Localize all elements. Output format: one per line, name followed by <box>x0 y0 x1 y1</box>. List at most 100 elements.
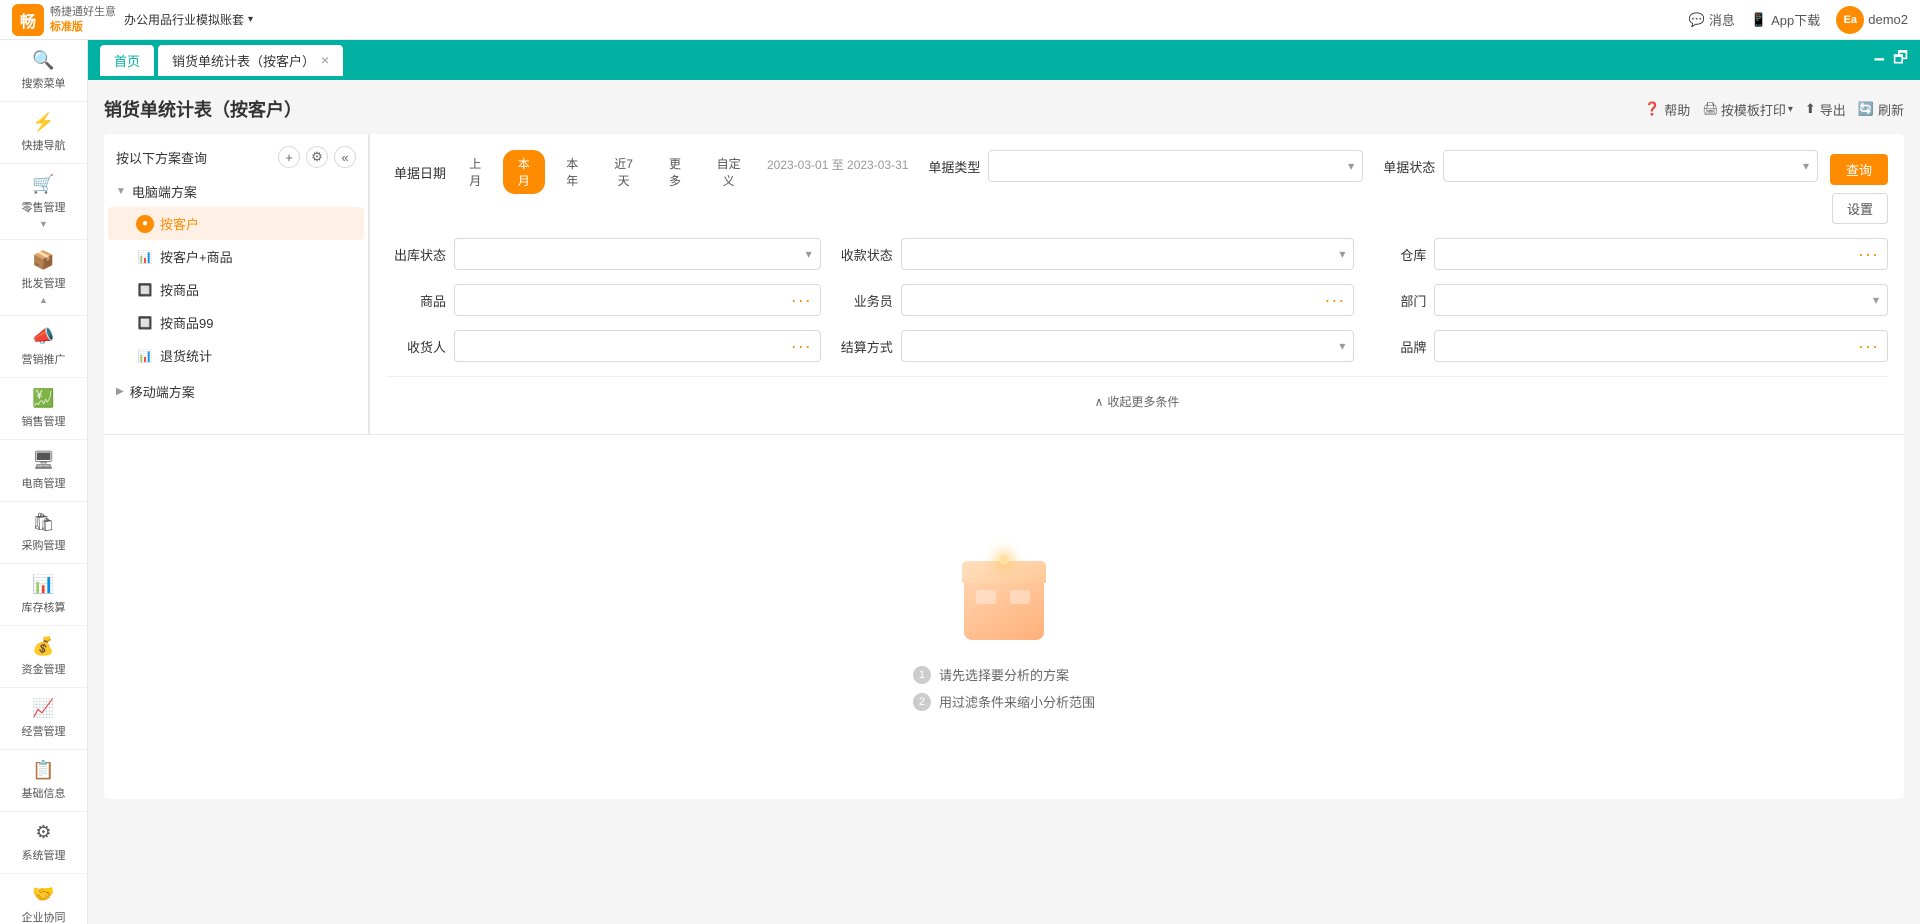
minimize-icon[interactable]: 🗕 <box>1874 47 1885 74</box>
scheme-item-customer-product[interactable]: 📊 按客户+商品 <box>108 240 364 273</box>
scheme-group-mobile-header[interactable]: ▶ 移动端方案 <box>108 376 364 407</box>
action-buttons: 查询 设置 <box>1830 150 1888 224</box>
add-scheme-btn[interactable]: + <box>278 146 300 168</box>
date-range: 2023-03-01 至 2023-03-31 <box>767 150 908 173</box>
expand-icon: ▼ <box>39 219 48 229</box>
tab-home[interactable]: 首页 <box>100 45 154 76</box>
top-bar: 畅 畅捷通好生意 标准版 办公用品行业模拟账套 ▾ 💬 消息 📱 App下载 <box>0 0 1920 40</box>
right-panel: 单据日期 上月 本月 本年 近7天 更多 自定义 <box>370 134 1904 434</box>
maximize-icon[interactable]: 🗗 <box>1893 47 1908 74</box>
date-custom[interactable]: 自定义 <box>702 150 755 194</box>
tree-arrow-right: ▶ <box>116 386 124 397</box>
receipt-select[interactable]: ▾ <box>901 238 1355 270</box>
refresh-btn[interactable]: 🔄 刷新 <box>1858 100 1904 119</box>
sidebar-item-operations[interactable]: 📈 经营管理 <box>0 688 87 750</box>
settlement-label: 结算方式 <box>833 337 893 356</box>
collapse-panel-btn[interactable]: « <box>334 146 356 168</box>
sidebar-item-quick-nav[interactable]: ⚡ 快捷导航 <box>0 102 87 164</box>
template-print-btn[interactable]: 🖨 按模板打印 ▾ <box>1702 100 1793 119</box>
scheme-tree: ▼ 电脑端方案 ● 按客户 📊 按客户+商品 <box>104 176 368 407</box>
message-btn[interactable]: 💬 消息 <box>1689 10 1735 29</box>
scheme-item-product[interactable]: 🔲 按商品 <box>108 273 364 306</box>
export-icon: ⬆ <box>1805 101 1816 117</box>
sidebar-item-basic-info[interactable]: 📋 基础信息 <box>0 750 87 812</box>
sidebar-item-finance[interactable]: 💰 资金管理 <box>0 626 87 688</box>
logo-text: 畅捷通好生意 标准版 <box>50 5 116 34</box>
settlement-select[interactable]: ▾ <box>901 330 1355 362</box>
sidebar-item-enterprise[interactable]: 🤝 企业协同 <box>0 874 87 924</box>
date-last-month[interactable]: 上月 <box>454 150 497 194</box>
query-btn[interactable]: 查询 <box>1830 154 1888 185</box>
sidebar-item-wholesale[interactable]: 📦 批发管理 ▲ <box>0 240 87 316</box>
product-dots: ··· <box>791 290 812 311</box>
doc-type-select[interactable]: ▾ <box>988 150 1363 182</box>
purchase-icon: 🛍 <box>32 512 55 533</box>
settings-btn[interactable]: 设置 <box>1832 193 1888 224</box>
empty-step-2: 2 用过滤条件来缩小分析范围 <box>913 692 1095 711</box>
help-btn[interactable]: ❓ 帮助 <box>1644 100 1690 119</box>
logo-icon: 畅 <box>12 4 44 36</box>
sales-icon: 💹 <box>32 388 54 409</box>
print-dropdown-arrow: ▾ <box>1788 104 1793 115</box>
sidebar-item-retail[interactable]: 🛒 零售管理 ▼ <box>0 164 87 240</box>
date-this-month[interactable]: 本月 <box>503 150 546 194</box>
salesman-select[interactable]: ··· <box>901 284 1355 316</box>
sidebar-item-purchase[interactable]: 🛍 采购管理 <box>0 502 87 564</box>
brand-dots: ··· <box>1858 336 1879 357</box>
department-select[interactable]: ▾ <box>1434 284 1888 316</box>
brand-filter: 品牌 ··· <box>1366 330 1888 362</box>
bar-icon: 📊 <box>136 347 154 365</box>
sidebar-item-inventory[interactable]: 📊 库存核算 <box>0 564 87 626</box>
scheme-item-product99[interactable]: 🔲 按商品99 <box>108 306 364 339</box>
chevron-down-icon: ▾ <box>248 14 253 25</box>
brand-select[interactable]: ··· <box>1434 330 1888 362</box>
tab-active[interactable]: 销货单统计表（按客户） × <box>158 45 343 76</box>
outbound-select[interactable]: ▾ <box>454 238 821 270</box>
doc-status-select[interactable]: ▾ <box>1443 150 1818 182</box>
receiver-select[interactable]: ··· <box>454 330 821 362</box>
user-menu[interactable]: Ea demo2 <box>1836 6 1908 34</box>
doc-type-filter: 单据类型 ▾ <box>920 150 1363 182</box>
date-filter: 单据日期 上月 本月 本年 近7天 更多 自定义 <box>386 150 755 194</box>
date-more[interactable]: 更多 <box>654 150 697 194</box>
filter-divider: ∧ 收起更多条件 <box>386 376 1888 418</box>
sidebar-item-sales[interactable]: 💹 销售管理 <box>0 378 87 440</box>
brand-label: 品牌 <box>1366 337 1426 356</box>
date-this-year[interactable]: 本年 <box>551 150 594 194</box>
search-icon: 🔍 <box>32 50 54 71</box>
scheme-item-customer[interactable]: ● 按客户 <box>108 207 364 240</box>
warehouse-select[interactable]: ··· <box>1434 238 1888 270</box>
grid-icon: 🔲 <box>136 281 154 299</box>
settlement-filter: 结算方式 ▾ <box>833 330 1355 362</box>
collapse-filters-btn[interactable]: ∧ 收起更多条件 <box>386 385 1888 418</box>
grid2-icon: 🔲 <box>136 314 154 332</box>
empty-illustration <box>934 515 1074 645</box>
phone-icon: 📱 <box>1751 12 1767 28</box>
date-7days[interactable]: 近7天 <box>600 150 648 194</box>
sidebar-item-ecommerce[interactable]: 🖥 电商管理 <box>0 440 87 502</box>
page-actions: ❓ 帮助 🖨 按模板打印 ▾ ⬆ 导出 🔄 <box>1644 100 1904 119</box>
scheme-item-return-stats[interactable]: 📊 退货统计 <box>108 339 364 372</box>
date-label: 单据日期 <box>386 163 446 182</box>
sidebar-item-system[interactable]: ⚙ 系统管理 <box>0 812 87 874</box>
sidebar: 🔍 搜索菜单 ⚡ 快捷导航 🛒 零售管理 ▼ 📦 批发管理 ▲ 📣 营销推广 <box>0 40 88 924</box>
robot-eye-right <box>1010 590 1030 604</box>
scheme-group-desktop-header[interactable]: ▼ 电脑端方案 <box>108 176 364 207</box>
doc-type-label: 单据类型 <box>920 157 980 176</box>
sidebar-item-search-menu[interactable]: 🔍 搜索菜单 <box>0 40 87 102</box>
sidebar-item-marketing[interactable]: 📣 营销推广 <box>0 316 87 378</box>
product-select[interactable]: ··· <box>454 284 821 316</box>
industry-select[interactable]: 办公用品行业模拟账套 ▾ <box>124 11 253 28</box>
app-download-btn[interactable]: 📱 App下载 <box>1751 10 1820 29</box>
export-btn[interactable]: ⬆ 导出 <box>1805 100 1846 119</box>
tab-close-btn[interactable]: × <box>321 53 329 67</box>
settlement-chevron: ▾ <box>1339 339 1345 353</box>
two-panel: 按以下方案查询 + ⚙ « <box>104 134 1904 434</box>
settings-scheme-btn[interactable]: ⚙ <box>306 146 328 168</box>
robot-glow <box>999 555 1009 565</box>
expand-icon2: ▲ <box>39 295 48 305</box>
filter-row-4: 收货人 ··· 结算方式 <box>386 330 1888 362</box>
bar-chart-icon: 📊 <box>136 248 154 266</box>
main-layout: 🔍 搜索菜单 ⚡ 快捷导航 🛒 零售管理 ▼ 📦 批发管理 ▲ 📣 营销推广 <box>0 40 1920 924</box>
active-dot: ● <box>136 215 154 233</box>
